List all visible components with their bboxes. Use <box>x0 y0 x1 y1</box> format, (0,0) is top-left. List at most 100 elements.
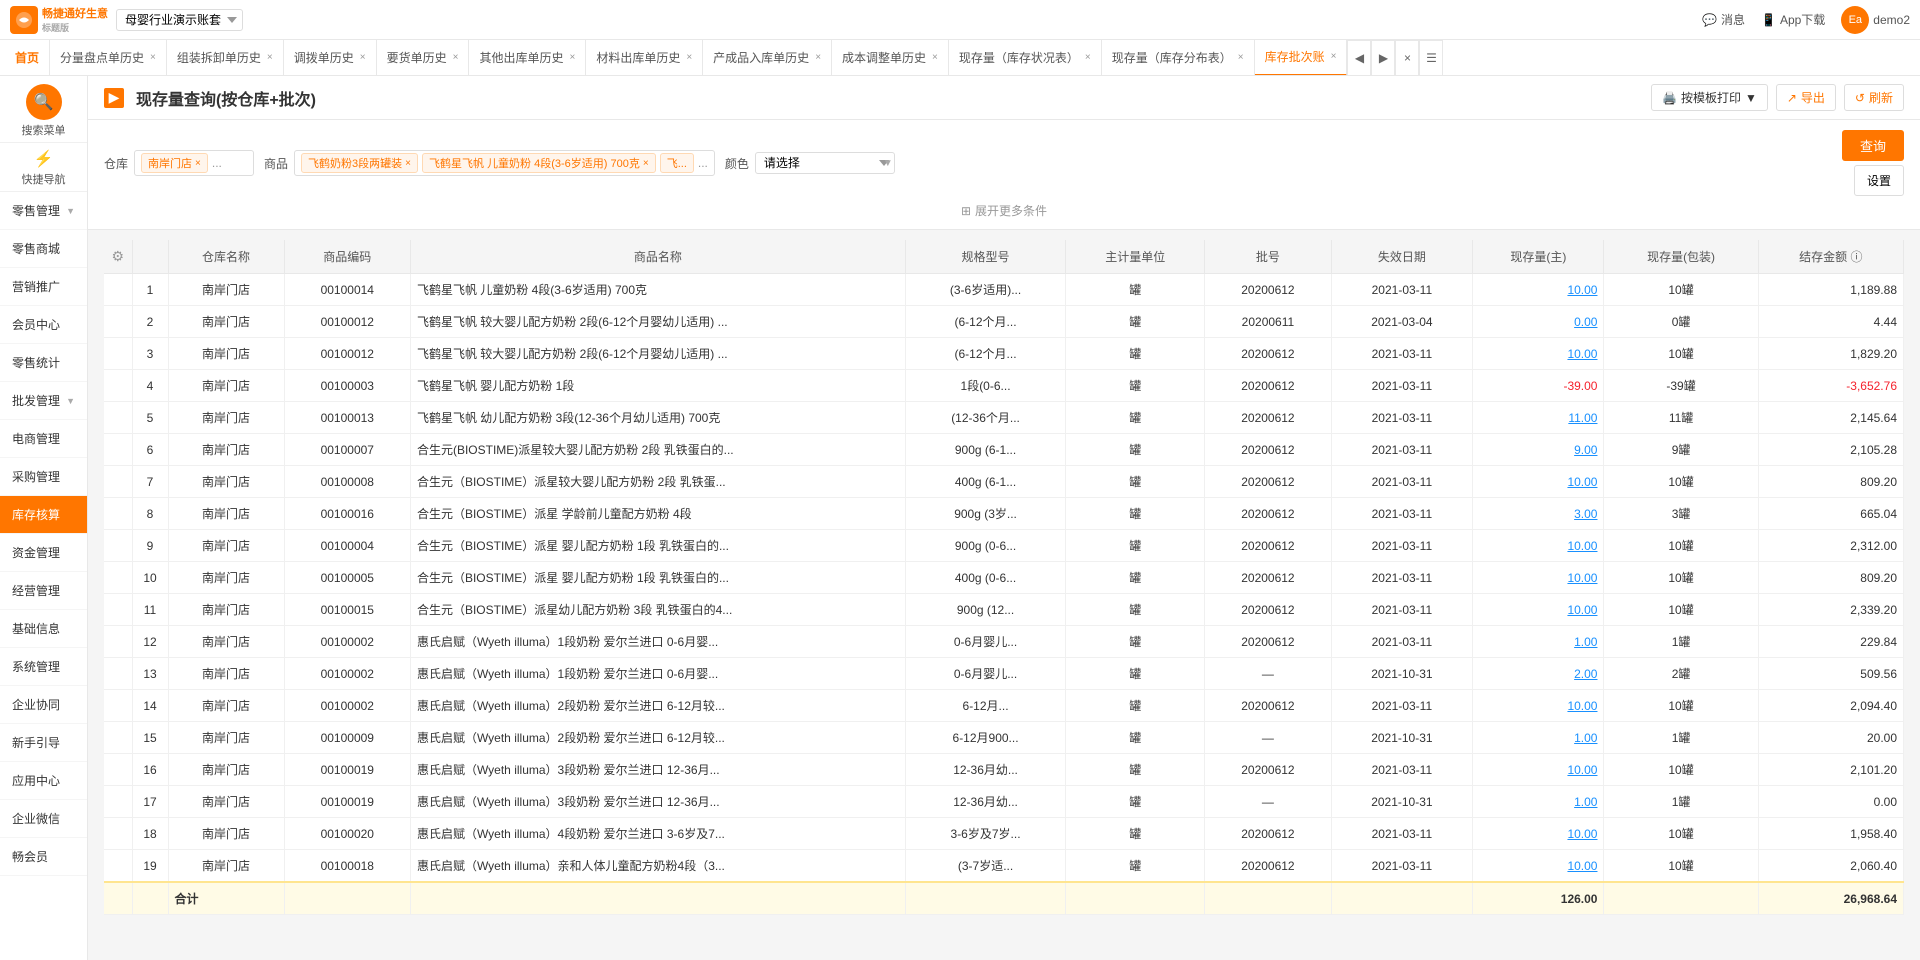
row-warehouse: 南岸门店 <box>168 626 284 658</box>
sidebar-search[interactable]: 🔍 搜索菜单 <box>0 76 87 143</box>
tab-cost-adjust[interactable]: 成本调整单历史 × <box>832 40 949 76</box>
close-split-history[interactable]: × <box>150 52 156 63</box>
row-qty-main[interactable]: 10.00 <box>1473 530 1604 562</box>
tab-material-out[interactable]: 材料出库单历史 × <box>586 40 703 76</box>
sidebar-item-finance[interactable]: 资金管理 <box>0 534 87 572</box>
row-qty-main[interactable]: 1.00 <box>1473 626 1604 658</box>
row-code: 00100014 <box>284 274 410 306</box>
close-inventory-dist[interactable]: × <box>1238 52 1244 63</box>
expand-more-btn[interactable]: ⊞ 展开更多条件 <box>961 202 1047 219</box>
export-button[interactable]: ↗ 导出 <box>1776 84 1836 111</box>
sidebar-item-retail-shop[interactable]: 零售商城 <box>0 230 87 268</box>
tab-prev-btn[interactable]: ◀ <box>1347 40 1371 76</box>
user-area[interactable]: Ea demo2 <box>1841 6 1910 34</box>
row-spec: 12-36月幼... <box>905 754 1066 786</box>
goods-tag2-close[interactable]: × <box>643 158 649 169</box>
sidebar-item-inventory[interactable]: 库存核算 <box>0 496 87 534</box>
row-no: 13 <box>132 658 168 690</box>
row-no: 12 <box>132 626 168 658</box>
tab-menu-btn[interactable]: ☰ <box>1419 40 1443 76</box>
sidebar-item-app-center[interactable]: 应用中心 <box>0 762 87 800</box>
row-qty-main[interactable]: 9.00 <box>1473 434 1604 466</box>
row-amount: 665.04 <box>1758 498 1903 530</box>
tab-home[interactable]: 首页 <box>5 40 50 76</box>
tab-product-in[interactable]: 产成品入库单历史 × <box>703 40 832 76</box>
tab-combo-history[interactable]: 组装拆卸单历史 × <box>167 40 284 76</box>
close-material-out[interactable]: × <box>686 52 692 63</box>
sidebar-item-guide[interactable]: 新手引导 <box>0 724 87 762</box>
sidebar-item-base[interactable]: 基础信息 <box>0 610 87 648</box>
row-code: 00100012 <box>284 306 410 338</box>
close-inventory-status[interactable]: × <box>1085 52 1091 63</box>
close-cost-adjust[interactable]: × <box>932 52 938 63</box>
close-batch-ledger[interactable]: × <box>1331 51 1337 62</box>
sidebar-item-vip[interactable]: 畅会员 <box>0 838 87 876</box>
row-qty-main[interactable]: 0.00 <box>1473 306 1604 338</box>
sidebar-item-purchase[interactable]: 采购管理 <box>0 458 87 496</box>
tab-inventory-status[interactable]: 现存量（库存状况表） × <box>949 40 1102 76</box>
table-row: 3 南岸门店 00100012 飞鹤星飞帆 较大婴儿配方奶粉 2段(6-12个月… <box>104 338 1904 370</box>
row-qty-main[interactable]: 10.00 <box>1473 594 1604 626</box>
tab-require-history[interactable]: 要货单历史 × <box>377 40 470 76</box>
refresh-button[interactable]: ↺ 刷新 <box>1844 84 1904 111</box>
row-qty-main[interactable]: 10.00 <box>1473 274 1604 306</box>
tab-batch-ledger[interactable]: 库存批次账 × <box>1255 40 1348 76</box>
row-name: 飞鹤星飞帆 儿童奶粉 4段(3-6岁适用) 700克 <box>410 274 905 306</box>
sidebar-item-enterprise[interactable]: 企业协同 <box>0 686 87 724</box>
row-qty-main[interactable]: 3.00 <box>1473 498 1604 530</box>
sidebar-item-system[interactable]: 系统管理 <box>0 648 87 686</box>
row-no: 9 <box>132 530 168 562</box>
goods-tag1-close[interactable]: × <box>405 158 411 169</box>
sidebar-item-retail[interactable]: 零售管理 ▼ <box>0 192 87 230</box>
sidebar-item-member[interactable]: 会员中心 <box>0 306 87 344</box>
row-qty-main[interactable]: 11.00 <box>1473 402 1604 434</box>
row-qty-main[interactable]: 1.00 <box>1473 722 1604 754</box>
row-qty-main[interactable]: 10.00 <box>1473 338 1604 370</box>
app-download-btn[interactable]: 📱 App下载 <box>1761 11 1825 28</box>
warehouse-tag-container[interactable]: 南岸门店 × ... <box>134 150 254 176</box>
row-unit: 罐 <box>1066 370 1205 402</box>
row-warehouse: 南岸门店 <box>168 850 284 883</box>
message-btn[interactable]: 💬 消息 <box>1702 11 1745 28</box>
sidebar-item-ecommerce[interactable]: 电商管理 <box>0 420 87 458</box>
row-qty-main[interactable]: 10.00 <box>1473 466 1604 498</box>
tab-mix-history[interactable]: 调拨单历史 × <box>284 40 377 76</box>
row-warehouse: 南岸门店 <box>168 530 284 562</box>
goods-tag-container[interactable]: 飞鹤奶粉3段两罐装 × 飞鹤星飞帆 儿童奶粉 4段(3-6岁适用) 700克 ×… <box>294 150 715 176</box>
row-code: 00100005 <box>284 562 410 594</box>
row-qty-main[interactable]: 10.00 <box>1473 818 1604 850</box>
sidebar-item-wechat[interactable]: 企业微信 <box>0 800 87 838</box>
print-button[interactable]: 🖨️ 按模板打印 ▼ <box>1651 84 1768 111</box>
sidebar-item-retail-stat[interactable]: 零售统计 <box>0 344 87 382</box>
row-qty-main[interactable]: 2.00 <box>1473 658 1604 690</box>
close-mix-history[interactable]: × <box>360 52 366 63</box>
expand-icon[interactable]: ▶ <box>104 88 124 108</box>
close-require-history[interactable]: × <box>453 52 459 63</box>
settings-button[interactable]: 设置 <box>1854 165 1904 196</box>
account-dropdown[interactable]: 母婴行业演示账套 <box>116 9 243 31</box>
tab-split-history[interactable]: 分量盘点单历史 × <box>50 40 167 76</box>
close-combo-history[interactable]: × <box>267 52 273 63</box>
tab-close-btn[interactable]: × <box>1395 40 1419 76</box>
sidebar-item-wholesale[interactable]: 批发管理 ▼ <box>0 382 87 420</box>
row-qty-main[interactable]: 10.00 <box>1473 754 1604 786</box>
sidebar-item-marketing[interactable]: 营销推广 <box>0 268 87 306</box>
tab-next-btn[interactable]: ▶ <box>1371 40 1395 76</box>
row-qty-main[interactable]: 10.00 <box>1473 850 1604 883</box>
tab-other-out[interactable]: 其他出库单历史 × <box>469 40 586 76</box>
table-settings-icon[interactable]: ⚙ <box>111 248 124 264</box>
sidebar-item-business[interactable]: 经营管理 <box>0 572 87 610</box>
close-other-out[interactable]: × <box>569 52 575 63</box>
query-button[interactable]: 查询 <box>1842 130 1904 161</box>
row-qty-main[interactable]: 1.00 <box>1473 786 1604 818</box>
row-qty-main[interactable]: 10.00 <box>1473 562 1604 594</box>
tab-inventory-dist[interactable]: 现存量（库存分布表） × <box>1102 40 1255 76</box>
row-qty-main[interactable]: 10.00 <box>1473 690 1604 722</box>
row-name: 合生元（BIOSTIME）派星 学龄前儿童配方奶粉 4段 <box>410 498 905 530</box>
warehouse-tag-close[interactable]: × <box>195 158 201 169</box>
close-product-in[interactable]: × <box>815 52 821 63</box>
row-code: 00100007 <box>284 434 410 466</box>
color-select[interactable]: 请选择 <box>755 152 895 174</box>
retail-arrow: ▼ <box>66 206 75 216</box>
sidebar-quick-nav[interactable]: ⚡ 快捷导航 <box>0 143 87 192</box>
